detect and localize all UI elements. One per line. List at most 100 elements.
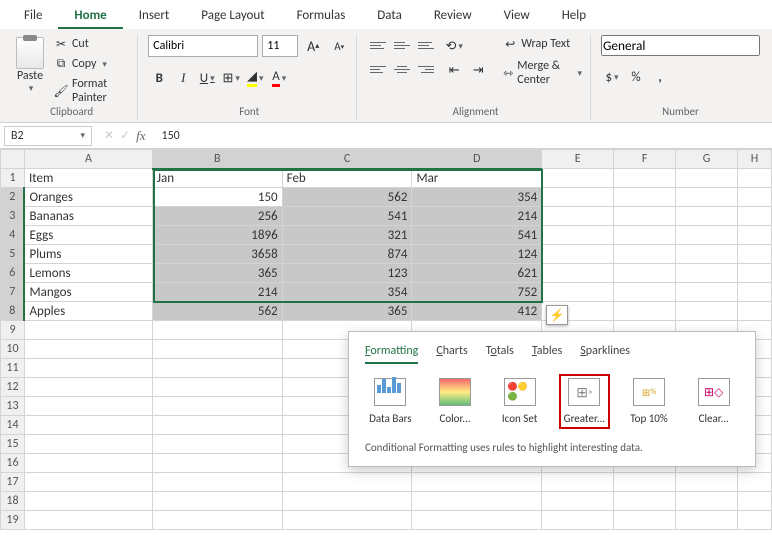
cell-B6[interactable]: 365 xyxy=(152,264,282,283)
cell-F19[interactable] xyxy=(614,511,676,530)
column-header-G[interactable]: G xyxy=(676,150,738,169)
cell-A1[interactable]: Item xyxy=(24,169,152,188)
menu-view[interactable]: View xyxy=(488,4,546,29)
menu-page-layout[interactable]: Page Layout xyxy=(185,4,280,29)
borders-button[interactable]: ⊞▾ xyxy=(220,67,242,89)
row-header-16[interactable]: 16 xyxy=(1,454,25,473)
cell-A8[interactable]: Apples xyxy=(24,302,152,321)
row-header-15[interactable]: 15 xyxy=(1,435,25,454)
cell-B14[interactable] xyxy=(152,416,282,435)
column-header-C[interactable]: C xyxy=(282,150,412,169)
cell-A14[interactable] xyxy=(24,416,152,435)
align-right-button[interactable] xyxy=(415,59,437,79)
qa-top-10[interactable]: ⊞%Top 10% xyxy=(624,374,675,429)
qa-icon-set[interactable]: 🔴🟡🟢Icon Set xyxy=(494,374,545,429)
name-box[interactable]: B2▾ xyxy=(4,126,92,146)
fx-icon[interactable]: fx xyxy=(136,128,145,144)
italic-button[interactable]: I xyxy=(172,67,194,89)
row-header-10[interactable]: 10 xyxy=(1,340,25,359)
tab-sparklines[interactable]: Sparklines xyxy=(580,344,630,364)
row-header-8[interactable]: 8 xyxy=(1,302,25,321)
qa-data-bars[interactable]: Data Bars xyxy=(365,374,416,429)
row-header-14[interactable]: 14 xyxy=(1,416,25,435)
decrease-indent-button[interactable]: ⇤ xyxy=(443,59,465,81)
menu-home[interactable]: Home xyxy=(58,4,122,29)
cell-G2[interactable] xyxy=(676,188,738,207)
cell-G1[interactable] xyxy=(676,169,738,188)
cell-B11[interactable] xyxy=(152,359,282,378)
cell-A2[interactable]: Oranges xyxy=(24,188,152,207)
align-bottom-button[interactable] xyxy=(415,35,437,55)
cell-G19[interactable] xyxy=(676,511,738,530)
copy-button[interactable]: ⧉Copy▾ xyxy=(52,55,131,73)
cell-G8[interactable] xyxy=(676,302,738,321)
cell-F18[interactable] xyxy=(614,492,676,511)
cell-C7[interactable]: 354 xyxy=(282,283,412,302)
comma-button[interactable]: , xyxy=(649,66,671,88)
row-header-9[interactable]: 9 xyxy=(1,321,25,340)
cell-H2[interactable] xyxy=(737,188,771,207)
row-header-17[interactable]: 17 xyxy=(1,473,25,492)
cell-B1[interactable]: Jan xyxy=(152,169,282,188)
quick-analysis-button[interactable]: ⚡ xyxy=(546,305,568,325)
decrease-font-button[interactable]: A▾ xyxy=(328,35,350,57)
cell-F8[interactable] xyxy=(614,302,676,321)
column-header-H[interactable]: H xyxy=(737,150,771,169)
cell-H1[interactable] xyxy=(737,169,771,188)
menu-review[interactable]: Review xyxy=(418,4,488,29)
tab-totals[interactable]: Totals xyxy=(486,344,514,364)
cell-D2[interactable]: 354 xyxy=(412,188,542,207)
formula-input[interactable]: 150 xyxy=(154,127,772,145)
tab-charts[interactable]: Charts xyxy=(436,344,467,364)
cell-D18[interactable] xyxy=(412,492,542,511)
cell-F17[interactable] xyxy=(614,473,676,492)
cell-G5[interactable] xyxy=(676,245,738,264)
qa-greater-than[interactable]: ⊞>Greater... xyxy=(559,374,610,429)
row-header-4[interactable]: 4 xyxy=(1,226,25,245)
cell-B13[interactable] xyxy=(152,397,282,416)
cell-B2[interactable]: 150 xyxy=(152,188,282,207)
cell-H4[interactable] xyxy=(737,226,771,245)
cell-G6[interactable] xyxy=(676,264,738,283)
cell-A4[interactable]: Eggs xyxy=(24,226,152,245)
tab-formatting[interactable]: Formatting xyxy=(365,344,418,364)
cell-C3[interactable]: 541 xyxy=(282,207,412,226)
row-header-2[interactable]: 2 xyxy=(1,188,25,207)
cancel-icon[interactable]: ✕ xyxy=(104,128,114,143)
cell-D3[interactable]: 214 xyxy=(412,207,542,226)
cell-G17[interactable] xyxy=(676,473,738,492)
qa-clear[interactable]: ⊞◇Clear... xyxy=(688,374,739,429)
cell-A11[interactable] xyxy=(24,359,152,378)
cell-E5[interactable] xyxy=(542,245,614,264)
cell-C1[interactable]: Feb xyxy=(282,169,412,188)
menu-data[interactable]: Data xyxy=(361,4,418,29)
cell-F1[interactable] xyxy=(614,169,676,188)
cell-A7[interactable]: Mangos xyxy=(24,283,152,302)
align-center-button[interactable] xyxy=(391,59,413,79)
cell-B5[interactable]: 3658 xyxy=(152,245,282,264)
row-header-7[interactable]: 7 xyxy=(1,283,25,302)
wrap-text-button[interactable]: ↩Wrap Text xyxy=(501,35,584,53)
cell-C19[interactable] xyxy=(282,511,412,530)
cell-H19[interactable] xyxy=(737,511,771,530)
qa-color-scale[interactable]: Color... xyxy=(430,374,481,429)
cell-E1[interactable] xyxy=(542,169,614,188)
cell-C18[interactable] xyxy=(282,492,412,511)
menu-insert[interactable]: Insert xyxy=(123,4,186,29)
cell-B8[interactable]: 562 xyxy=(152,302,282,321)
row-header-11[interactable]: 11 xyxy=(1,359,25,378)
enter-icon[interactable]: ✓ xyxy=(120,128,130,143)
cell-B7[interactable]: 214 xyxy=(152,283,282,302)
menu-help[interactable]: Help xyxy=(546,4,602,29)
cell-F5[interactable] xyxy=(614,245,676,264)
cell-E18[interactable] xyxy=(542,492,614,511)
cell-H6[interactable] xyxy=(737,264,771,283)
cell-A12[interactable] xyxy=(24,378,152,397)
cell-C6[interactable]: 123 xyxy=(282,264,412,283)
cell-A18[interactable] xyxy=(24,492,152,511)
cell-D17[interactable] xyxy=(412,473,542,492)
number-format-select[interactable] xyxy=(601,35,760,56)
cell-D1[interactable]: Mar xyxy=(412,169,542,188)
cell-G7[interactable] xyxy=(676,283,738,302)
cell-H17[interactable] xyxy=(737,473,771,492)
